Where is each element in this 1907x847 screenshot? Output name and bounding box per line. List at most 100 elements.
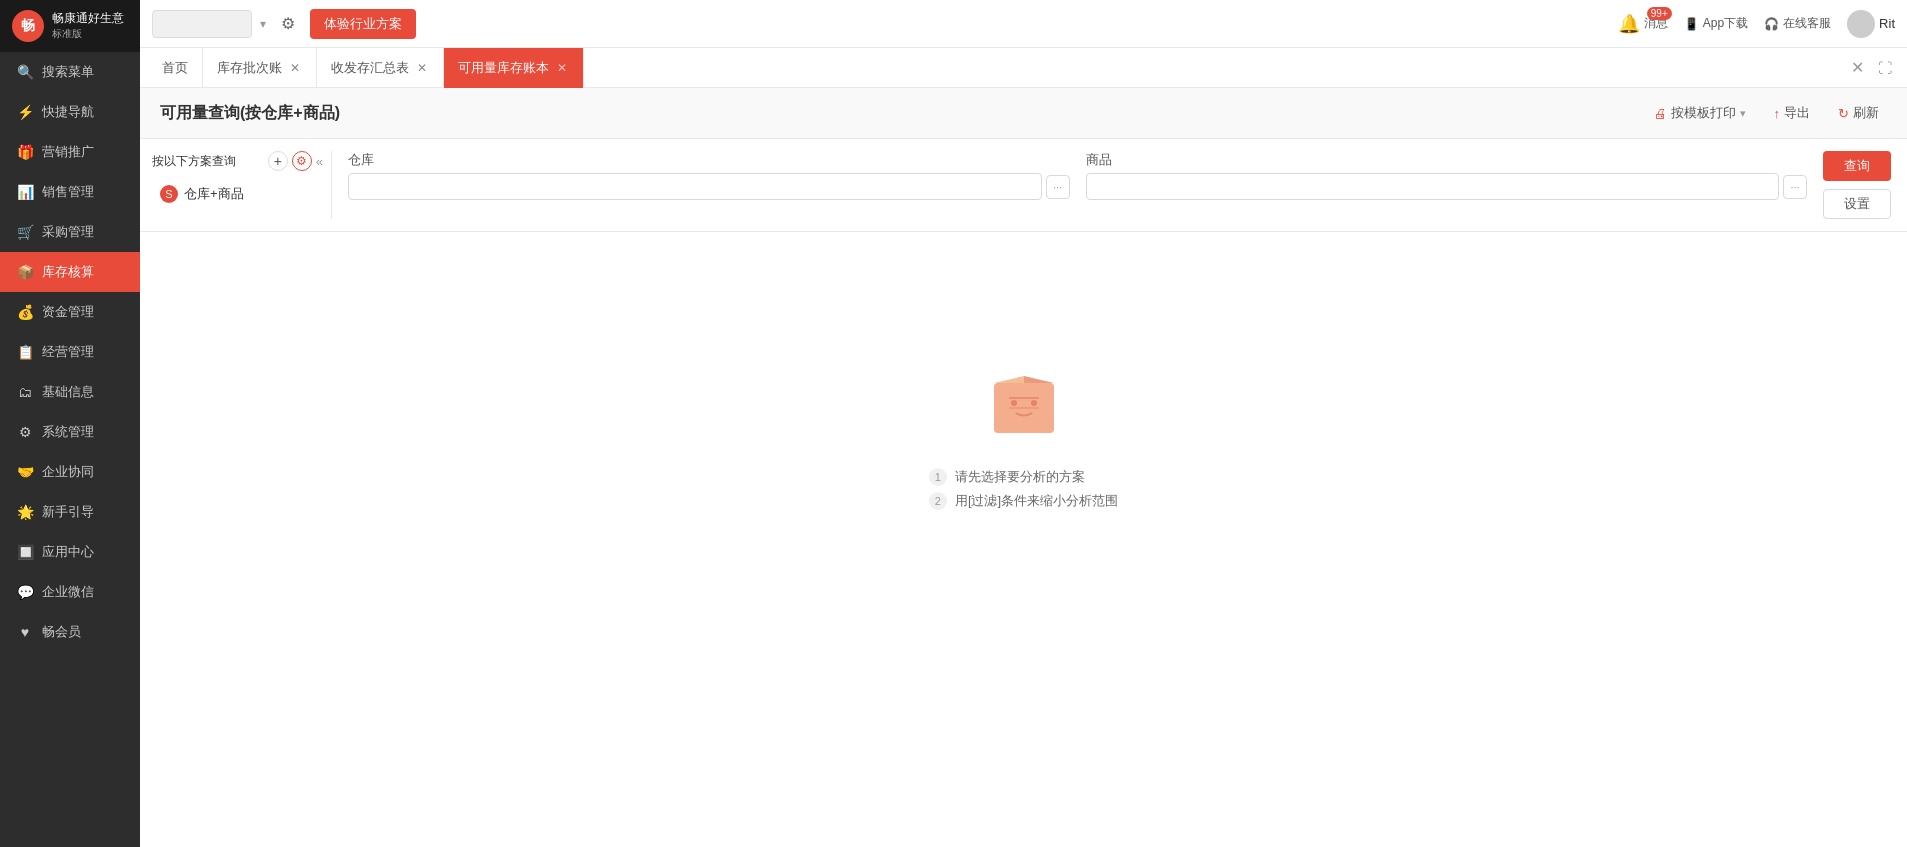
sidebar-icon-wechat: 💬	[16, 583, 34, 601]
sidebar-icon-sales: 📊	[16, 183, 34, 201]
sidebar-icon-enterprise: 🤝	[16, 463, 34, 481]
sidebar-icon-member: ♥	[16, 623, 34, 641]
sidebar-label-member: 畅会员	[42, 623, 81, 641]
tab-available-qty-ledger[interactable]: 可用量库存账本 ✕	[444, 48, 584, 88]
sidebar-company-name: 畅康通好生意	[52, 11, 124, 27]
user-menu-button[interactable]: Rit	[1847, 10, 1895, 38]
sidebar: 畅 畅康通好生意 标准版 🔍搜索菜单⚡快捷导航🎁营销推广📊销售管理🛒采购管理📦库…	[0, 0, 140, 847]
tabbar-expand-button[interactable]: ⛶	[1871, 54, 1899, 82]
sidebar-item-system[interactable]: ⚙系统管理	[0, 412, 140, 452]
sidebar-icon-inventory: 📦	[16, 263, 34, 281]
sidebar-label-app-center: 应用中心	[42, 543, 94, 561]
tab-available-qty-ledger-label: 可用量库存账本	[458, 59, 549, 77]
product-label: 商品	[1086, 151, 1808, 169]
refresh-label: 刷新	[1853, 104, 1879, 122]
customer-service-button[interactable]: 🎧 在线客服	[1764, 15, 1831, 32]
tabbar: 首页 库存批次账 ✕ 收发存汇总表 ✕ 可用量库存账本 ✕ ✕ ⛶	[140, 48, 1907, 88]
sidebar-label-quick-nav: 快捷导航	[42, 103, 94, 121]
empty-hint-2-num: 2	[929, 492, 947, 510]
sidebar-icon-newbie: 🌟	[16, 503, 34, 521]
industry-solution-button[interactable]: 体验行业方案	[310, 9, 416, 39]
tab-inventory-batch[interactable]: 库存批次账 ✕	[203, 48, 317, 88]
page-actions: 🖨 按模板打印 ▾ ↑ 导出 ↻ 刷新	[1646, 100, 1888, 126]
query-action-buttons: 查询 设置	[1823, 151, 1891, 219]
warehouse-more-button[interactable]: ···	[1046, 175, 1070, 199]
topbar-right: 🔔 消息 99+ 📱 App下载 🎧 在线客服 Rit	[1618, 10, 1895, 38]
sidebar-item-app-center[interactable]: 🔲 应用中心	[0, 532, 140, 572]
collapse-scheme-icon[interactable]: «	[316, 154, 323, 169]
sidebar-item-sales[interactable]: 📊销售管理	[0, 172, 140, 212]
sidebar-label-inventory: 库存核算	[42, 263, 94, 281]
sidebar-item-member[interactable]: ♥ 畅会员	[0, 612, 140, 652]
query-fields: 仓库 ··· 商品 ··· 查询 设置	[332, 151, 1907, 219]
sidebar-icon-search: 🔍	[16, 63, 34, 81]
topbar-search-box	[152, 10, 252, 38]
sidebar-item-search[interactable]: 🔍搜索菜单	[0, 52, 140, 92]
scheme-icon: S	[160, 185, 178, 203]
warehouse-input-row: ···	[348, 173, 1070, 200]
export-label: 导出	[1784, 104, 1810, 122]
print-icon: 🖨	[1654, 106, 1667, 121]
sidebar-item-enterprise[interactable]: 🤝 企业协同	[0, 452, 140, 492]
warehouse-field: 仓库 ···	[348, 151, 1070, 200]
sidebar-item-wechat[interactable]: 💬 企业微信	[0, 572, 140, 612]
sidebar-version: 标准版	[52, 27, 124, 41]
refresh-icon: ↻	[1838, 106, 1849, 121]
avatar	[1847, 10, 1875, 38]
notification-button[interactable]: 🔔 消息 99+	[1618, 13, 1668, 35]
sidebar-icon-operations: 📋	[16, 343, 34, 361]
sidebar-item-newbie[interactable]: 🌟 新手引导	[0, 492, 140, 532]
sidebar-item-marketing[interactable]: 🎁营销推广	[0, 132, 140, 172]
settings-button[interactable]: 设置	[1823, 189, 1891, 219]
user-name: Rit	[1879, 16, 1895, 31]
sidebar-item-purchase[interactable]: 🛒采购管理	[0, 212, 140, 252]
sidebar-scroll: 🔍搜索菜单 ⚡ 快捷导航 🎁营销推广📊销售管理🛒采购管理 📦 库存核算 💰资金管理 📋 经营管理…	[0, 52, 140, 847]
warehouse-label: 仓库	[348, 151, 1070, 169]
sidebar-label-operations: 经营管理	[42, 343, 94, 361]
page-header: 可用量查询(按仓库+商品) 🖨 按模板打印 ▾ ↑ 导出 ↻ 刷新	[140, 88, 1907, 139]
tab-available-qty-ledger-close[interactable]: ✕	[555, 61, 569, 75]
scheme-label: 仓库+商品	[184, 185, 244, 203]
query-button[interactable]: 查询	[1823, 151, 1891, 181]
topbar-dropdown-arrow[interactable]: ▾	[260, 17, 266, 31]
export-icon: ↑	[1774, 106, 1781, 121]
sidebar-item-basic-info[interactable]: 🗂基础信息	[0, 372, 140, 412]
warehouse-input[interactable]	[348, 173, 1042, 200]
scheme-item-warehouse-product[interactable]: S 仓库+商品	[152, 179, 323, 209]
gear-icon[interactable]: ⚙	[274, 10, 302, 38]
tab-inventory-summary-label: 收发存汇总表	[331, 59, 409, 77]
app-download-button[interactable]: 📱 App下载	[1684, 15, 1748, 32]
sidebar-item-operations[interactable]: 📋 经营管理	[0, 332, 140, 372]
sidebar-icon-basic-info: 🗂	[16, 383, 34, 401]
sidebar-title-block: 畅康通好生意 标准版	[52, 11, 124, 41]
sidebar-item-finance[interactable]: 💰资金管理	[0, 292, 140, 332]
print-button[interactable]: 🖨 按模板打印 ▾	[1646, 100, 1754, 126]
tab-home[interactable]: 首页	[148, 48, 203, 88]
sidebar-label-newbie: 新手引导	[42, 503, 94, 521]
query-scheme-title: 按以下方案查询	[152, 153, 236, 170]
sidebar-icon-quick-nav: ⚡	[16, 103, 34, 121]
sidebar-icon-app-center: 🔲	[16, 543, 34, 561]
sidebar-item-inventory[interactable]: 📦 库存核算	[0, 252, 140, 292]
print-dropdown-icon[interactable]: ▾	[1740, 107, 1746, 120]
print-label: 按模板打印	[1671, 104, 1736, 122]
sidebar-icon-system: ⚙	[16, 423, 34, 441]
scheme-settings-icon[interactable]: ⚙	[292, 151, 312, 171]
tab-inventory-summary-close[interactable]: ✕	[415, 61, 429, 75]
tab-inventory-summary[interactable]: 收发存汇总表 ✕	[317, 48, 444, 88]
export-button[interactable]: ↑ 导出	[1766, 100, 1819, 126]
add-scheme-button[interactable]: +	[268, 151, 288, 171]
product-more-button[interactable]: ···	[1783, 175, 1807, 199]
tabbar-close-button[interactable]: ✕	[1843, 54, 1871, 82]
empty-illustration-svg	[974, 348, 1074, 448]
product-input[interactable]	[1086, 173, 1780, 200]
empty-hint-2-text: 用[过滤]条件来缩小分析范围	[955, 492, 1118, 510]
empty-hints: 1 请先选择要分析的方案 2 用[过滤]条件来缩小分析范围	[929, 468, 1118, 516]
notification-badge: 99+	[1647, 7, 1672, 20]
tab-inventory-batch-close[interactable]: ✕	[288, 61, 302, 75]
sidebar-label-wechat: 企业微信	[42, 583, 94, 601]
app-download-label: App下载	[1703, 15, 1748, 32]
sidebar-label-enterprise: 企业协同	[42, 463, 94, 481]
refresh-button[interactable]: ↻ 刷新	[1830, 100, 1887, 126]
sidebar-item-quick-nav[interactable]: ⚡ 快捷导航	[0, 92, 140, 132]
